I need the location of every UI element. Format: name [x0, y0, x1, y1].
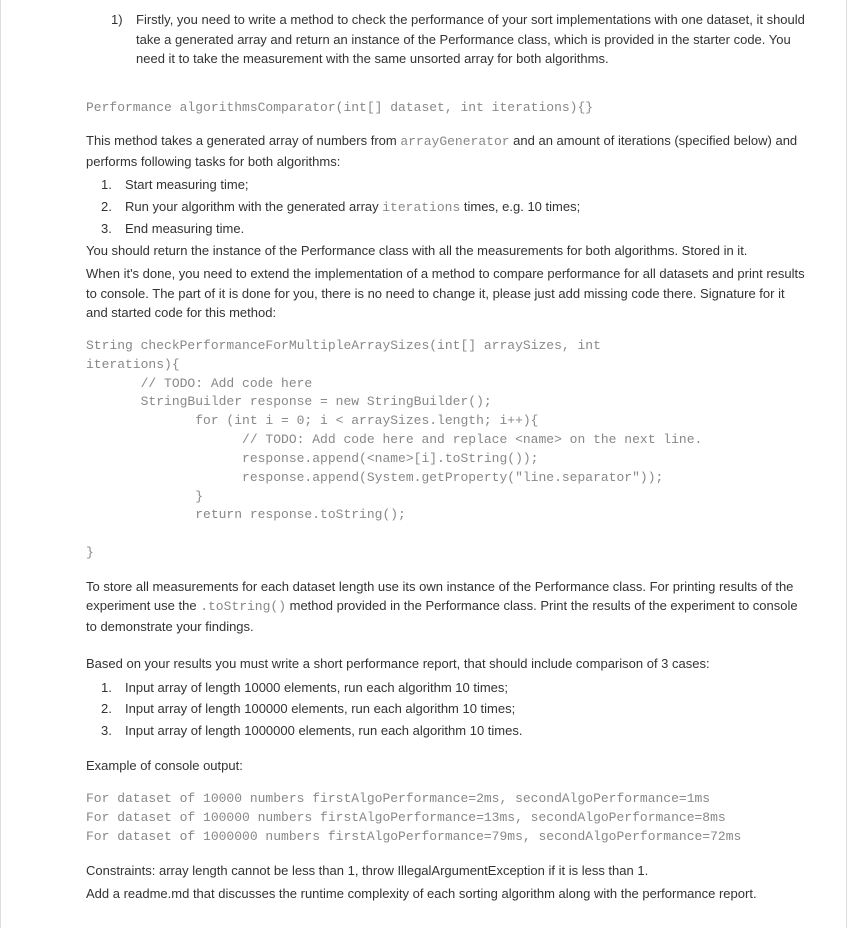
case-text: Input array of length 10000 elements, ru…: [125, 678, 508, 698]
readme-text: Add a readme.md that discusses the runti…: [41, 884, 806, 904]
case-text: Input array of length 100000 elements, r…: [125, 699, 515, 719]
case-item: 2. Input array of length 100000 elements…: [101, 699, 806, 719]
step-item: 1. Start measuring time;: [101, 175, 806, 195]
document-page: 1) Firstly, you need to write a method t…: [0, 0, 847, 928]
code-block-check-performance: String checkPerformanceForMultipleArrayS…: [41, 337, 806, 563]
cases-list: 1. Input array of length 10000 elements,…: [41, 678, 806, 741]
paragraph-2: You should return the instance of the Pe…: [41, 241, 806, 261]
paragraph-3: When it's done, you need to extend the i…: [41, 264, 806, 323]
intro-list: 1) Firstly, you need to write a method t…: [41, 10, 806, 69]
case-number: 1.: [101, 678, 117, 698]
intro-number: 1): [111, 10, 131, 30]
paragraph-1: This method takes a generated array of n…: [41, 131, 806, 171]
step-text: End measuring time.: [125, 219, 244, 239]
case-item: 1. Input array of length 10000 elements,…: [101, 678, 806, 698]
constraints-text: Constraints: array length cannot be less…: [41, 861, 806, 881]
intro-text: Firstly, you need to write a method to c…: [136, 10, 806, 69]
case-number: 3.: [101, 721, 117, 741]
step-number: 3.: [101, 219, 117, 239]
step-item: 3. End measuring time.: [101, 219, 806, 239]
inline-code-iterations: iterations: [382, 200, 460, 215]
paragraph-5: Based on your results you must write a s…: [41, 654, 806, 674]
method-signature-1: Performance algorithmsComparator(int[] d…: [41, 99, 806, 118]
intro-item: 1) Firstly, you need to write a method t…: [111, 10, 806, 69]
example-output: For dataset of 10000 numbers firstAlgoPe…: [41, 790, 806, 847]
case-item: 3. Input array of length 1000000 element…: [101, 721, 806, 741]
case-text: Input array of length 1000000 elements, …: [125, 721, 522, 741]
algorithm-steps: 1. Start measuring time; 2. Run your alg…: [41, 175, 806, 239]
step-number: 2.: [101, 197, 117, 217]
step-number: 1.: [101, 175, 117, 195]
step-text: Run your algorithm with the generated ar…: [125, 197, 580, 218]
paragraph-4: To store all measurements for each datas…: [41, 577, 806, 637]
inline-code-tostring: .toString(): [200, 599, 286, 614]
inline-code-arraygenerator: arrayGenerator: [400, 134, 509, 149]
step-item: 2. Run your algorithm with the generated…: [101, 197, 806, 218]
case-number: 2.: [101, 699, 117, 719]
example-heading: Example of console output:: [41, 756, 806, 776]
step-text: Start measuring time;: [125, 175, 249, 195]
